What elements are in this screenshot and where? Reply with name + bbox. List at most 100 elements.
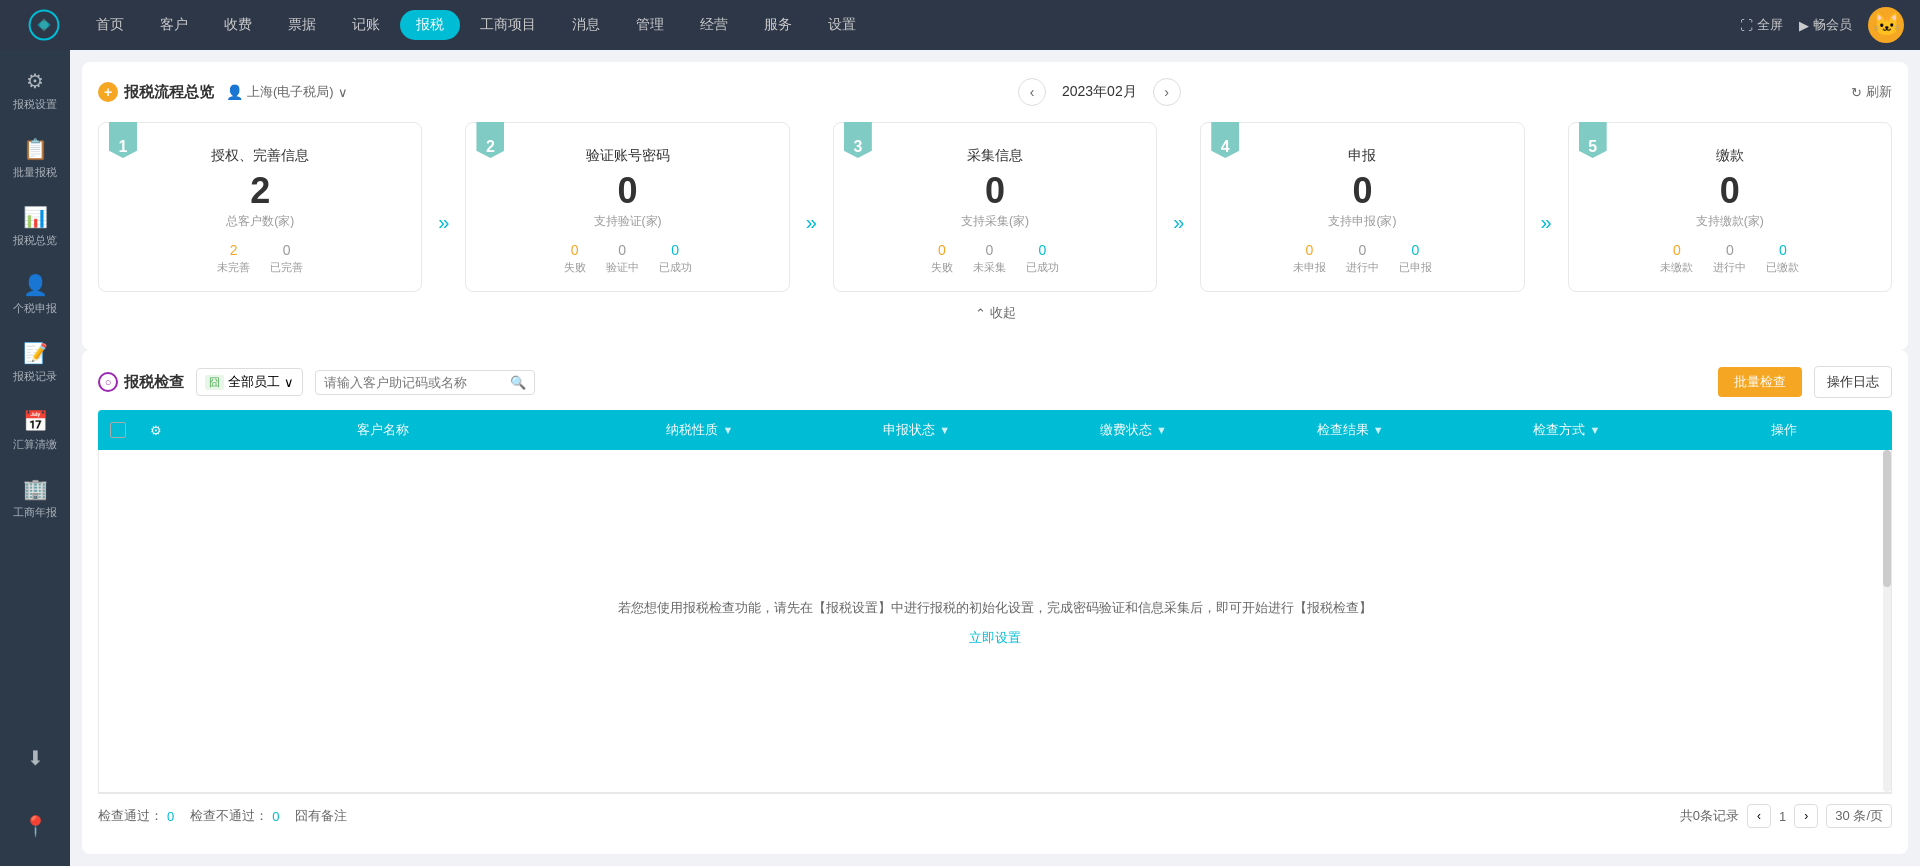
step-stat-5-0: 0 未缴款 [1660, 242, 1693, 275]
sidebar-item-tax-overview[interactable]: 📊 报税总览 [3, 194, 67, 258]
arrow-2: » [806, 122, 817, 292]
check-result-filter-icon[interactable]: ▼ [1373, 424, 1384, 436]
check-method-filter-icon[interactable]: ▼ [1589, 424, 1600, 436]
step-stat-num-4-0: 0 [1306, 242, 1314, 258]
step-stat-3-2: 0 已成功 [1026, 242, 1059, 275]
nav-tax[interactable]: 报税 [400, 10, 460, 40]
nav-message[interactable]: 消息 [556, 10, 616, 40]
step-stat-label-1-0: 未完善 [217, 260, 250, 275]
location-person-icon: 👤 [226, 84, 243, 100]
next-month-btn[interactable]: › [1153, 78, 1181, 106]
search-input[interactable] [324, 375, 504, 390]
th-gear[interactable]: ⚙ [138, 423, 174, 438]
th-check-method: 检查方式 ▼ [1459, 421, 1676, 439]
next-page-btn[interactable]: › [1794, 804, 1818, 828]
overview-title-text: 报税流程总览 [124, 83, 214, 102]
sidebar-tax-record-label: 报税记录 [13, 369, 57, 384]
nav-manage[interactable]: 管理 [620, 10, 680, 40]
sidebar-item-tax-record[interactable]: 📝 报税记录 [3, 330, 67, 394]
nav-settings[interactable]: 设置 [812, 10, 872, 40]
nav-home[interactable]: 首页 [80, 10, 140, 40]
check-pass-count[interactable]: 0 [167, 809, 174, 824]
step-num-3: 3 [844, 122, 872, 158]
nav-operation[interactable]: 经营 [684, 10, 744, 40]
fullscreen-icon: ⛶ [1740, 18, 1753, 33]
sidebar-item-batch-tax[interactable]: 📋 批量报税 [3, 126, 67, 190]
nav-service[interactable]: 服务 [748, 10, 808, 40]
annual-report-icon: 🏢 [23, 477, 47, 501]
declare-filter-icon[interactable]: ▼ [939, 424, 950, 436]
collapse-up-icon: ⌃ [975, 306, 986, 321]
content: + 报税流程总览 👤 上海(电子税局) ∨ ‹ 2023年02月 › ↻ 刷新 [70, 50, 1920, 866]
sidebar-item-tax-settings[interactable]: ⚙ 报税设置 [3, 58, 67, 122]
sidebar-item-download[interactable]: ⬇ [3, 726, 67, 790]
step-stat-label-4-2: 已申报 [1399, 260, 1432, 275]
tax-nature-filter-icon[interactable]: ▼ [722, 424, 733, 436]
nav-items: 首页 客户 收费 票据 记账 报税 工商项目 消息 管理 经营 服务 设置 [80, 10, 1740, 40]
step-stat-5-1: 0 进行中 [1713, 242, 1746, 275]
pay-filter-icon[interactable]: ▼ [1156, 424, 1167, 436]
employee-filter[interactable]: 囧 全部员工 ∨ [196, 368, 303, 396]
collapse-bar[interactable]: ⌃ 收起 [98, 292, 1892, 334]
step-stat-label-5-2: 已缴款 [1766, 260, 1799, 275]
refresh-label: 刷新 [1866, 83, 1892, 101]
th-check[interactable] [98, 422, 138, 438]
circle-icon: ○ [98, 372, 118, 392]
avatar[interactable]: 🐱 [1868, 7, 1904, 43]
nav-ticket[interactable]: 票据 [272, 10, 332, 40]
step-stat-num-2-0: 0 [571, 242, 579, 258]
employee-filter-tag: 囧 [205, 375, 224, 390]
tax-check-header: ○ 报税检查 囧 全部员工 ∨ 🔍 批量检查 操作日志 [98, 366, 1892, 398]
sidebar-settlement-label: 汇算清缴 [13, 437, 57, 452]
arrow-3: » [1173, 122, 1184, 292]
member-label: 畅会员 [1813, 16, 1852, 34]
step-stat-num-2-1: 0 [618, 242, 626, 258]
sidebar-item-annual-report[interactable]: 🏢 工商年报 [3, 466, 67, 530]
header-checkbox[interactable] [110, 422, 126, 438]
setup-link[interactable]: 立即设置 [969, 629, 1021, 647]
check-pass-label: 检查通过： [98, 807, 163, 825]
step-bignum-2: 0 [618, 173, 638, 209]
step-stat-2-1: 0 验证中 [606, 242, 639, 275]
gear-icon[interactable]: ⚙ [150, 423, 162, 438]
step-stat-label-3-0: 失败 [931, 260, 953, 275]
th-pay-status-text: 缴费状态 [1100, 421, 1152, 439]
table-header: ⚙ 客户名称 纳税性质 ▼ 申报状态 ▼ 缴费状态 ▼ [98, 410, 1892, 450]
nav-client[interactable]: 客户 [144, 10, 204, 40]
step-sub-5: 支持缴款(家) [1696, 213, 1764, 230]
prev-month-btn[interactable]: ‹ [1018, 78, 1046, 106]
check-fail-stat: 检查不通过： 0 [190, 807, 279, 825]
per-page-selector[interactable]: 30 条/页 [1826, 804, 1892, 828]
nav-bookkeeping[interactable]: 记账 [336, 10, 396, 40]
op-log-btn[interactable]: 操作日志 [1814, 366, 1892, 398]
check-fail-count[interactable]: 0 [272, 809, 279, 824]
prev-page-btn[interactable]: ‹ [1747, 804, 1771, 828]
step-stat-num-3-0: 0 [938, 242, 946, 258]
step-stat-num-3-2: 0 [1039, 242, 1047, 258]
refresh-btn[interactable]: ↻ 刷新 [1851, 83, 1892, 101]
settlement-icon: 📅 [23, 409, 47, 433]
th-tax-nature: 纳税性质 ▼ [592, 421, 809, 439]
location-tag[interactable]: 👤 上海(电子税局) ∨ [226, 83, 348, 101]
search-icon[interactable]: 🔍 [510, 375, 526, 390]
search-wrap[interactable]: 🔍 [315, 370, 535, 395]
overview-header: + 报税流程总览 👤 上海(电子税局) ∨ ‹ 2023年02月 › ↻ 刷新 [98, 78, 1892, 106]
fullscreen-btn[interactable]: ⛶ 全屏 [1740, 16, 1783, 34]
step-stat-4-1: 0 进行中 [1346, 242, 1379, 275]
sidebar-item-settlement[interactable]: 📅 汇算清缴 [3, 398, 67, 462]
batch-check-btn[interactable]: 批量检查 [1718, 367, 1802, 397]
step-sub-2: 支持验证(家) [594, 213, 662, 230]
sidebar-item-location[interactable]: 📍 [3, 794, 67, 858]
sidebar-tax-overview-label: 报税总览 [13, 233, 57, 248]
step-num-4: 4 [1211, 122, 1239, 158]
nav-commerce[interactable]: 工商项目 [464, 10, 552, 40]
logo [16, 9, 72, 41]
nav-fee[interactable]: 收费 [208, 10, 268, 40]
sidebar-item-individual-tax[interactable]: 👤 个税申报 [3, 262, 67, 326]
filter-chevron-icon: ∨ [284, 375, 294, 390]
nav-right: ⛶ 全屏 ▶ 畅会员 🐱 [1740, 7, 1904, 43]
step-stat-num-5-2: 0 [1779, 242, 1787, 258]
step-num-1: 1 [109, 122, 137, 158]
th-check-result-text: 检查结果 [1317, 421, 1369, 439]
member-btn[interactable]: ▶ 畅会员 [1799, 16, 1852, 34]
